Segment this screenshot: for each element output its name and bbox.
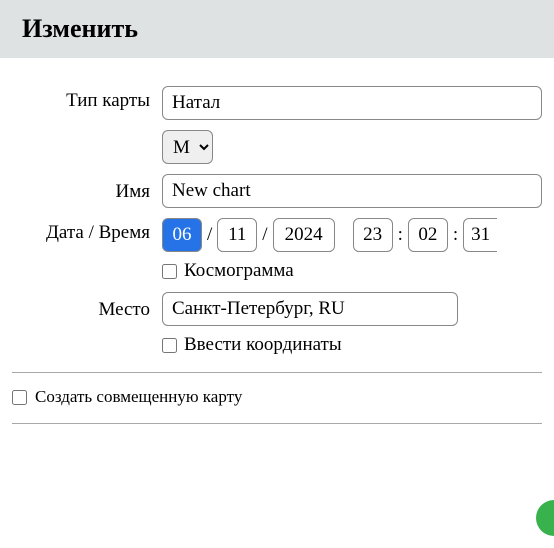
coords-checkbox[interactable] [162,338,177,353]
time-sep-2: : [448,224,463,246]
date-sep-1: / [202,224,217,246]
row-chart-type: Тип карты M [0,86,554,164]
chart-type-input[interactable] [162,86,542,120]
cosmogram-label: Космограмма [184,260,294,282]
month-input[interactable] [217,218,257,252]
label-date-time: Дата / Время [0,218,162,246]
label-place: Место [0,292,162,323]
date-sep-2: / [257,224,272,246]
year-input[interactable] [273,218,335,252]
form-area: Тип карты M Имя Дата / Время / / [0,58,554,424]
coords-label: Ввести координаты [184,334,342,356]
combined-chart-checkbox[interactable] [12,390,27,405]
row-name: Имя [0,174,554,208]
cosmogram-checkbox-row[interactable]: Космограмма [162,260,554,282]
time-sep-1: : [393,224,408,246]
cosmogram-checkbox[interactable] [162,264,177,279]
submit-button[interactable] [536,500,554,536]
hour-input[interactable] [353,218,393,252]
label-chart-type: Тип карты [0,86,162,114]
combined-chart-row[interactable]: Создать совмещенную карту [0,387,554,407]
row-date-time: Дата / Время / / : : Космограмма [0,218,554,282]
coords-checkbox-row[interactable]: Ввести координаты [162,334,554,356]
divider-2 [12,423,542,424]
minute-input[interactable] [408,218,448,252]
place-input[interactable] [162,292,458,326]
title-bar: Изменить [0,0,554,58]
gender-select[interactable]: M [162,130,213,164]
name-input[interactable] [162,174,542,208]
row-place: Место Ввести координаты [0,292,554,356]
day-input[interactable] [162,218,202,252]
combined-chart-label: Создать совмещенную карту [35,387,242,407]
date-time-group: / / : : [162,218,554,252]
second-input[interactable] [463,218,497,252]
label-name: Имя [0,174,162,205]
page-title: Изменить [22,14,532,44]
divider-1 [12,372,542,373]
